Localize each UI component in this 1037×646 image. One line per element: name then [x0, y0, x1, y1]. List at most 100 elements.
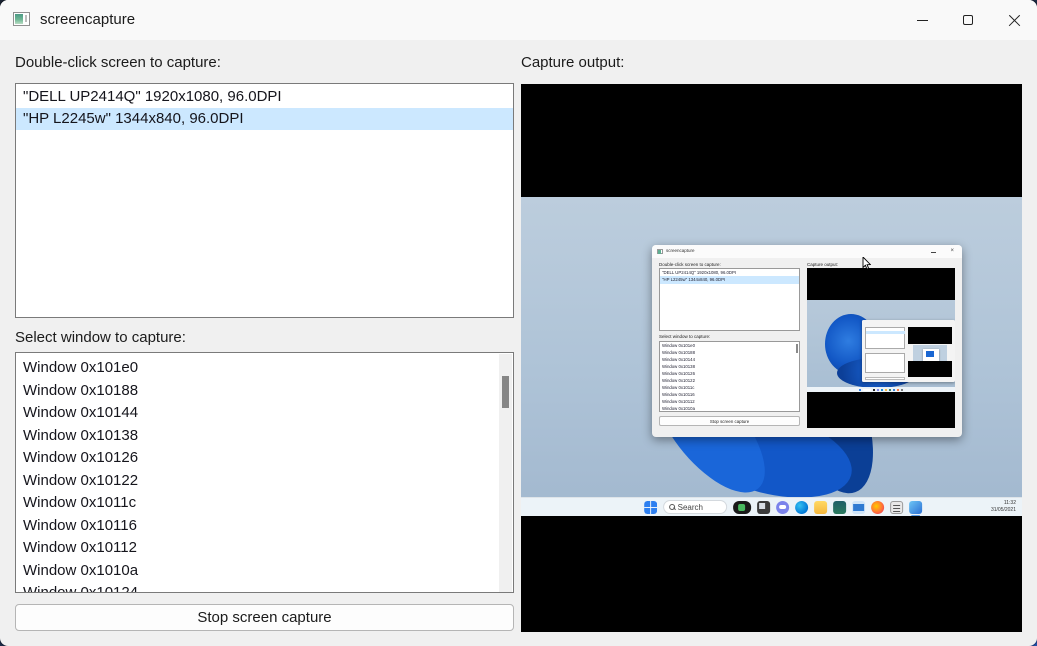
- captured-app-icon: [657, 249, 663, 254]
- captured-window-item: Window 0x10188: [662, 350, 695, 355]
- start-icon: [643, 500, 657, 514]
- close-icon: [1008, 14, 1021, 27]
- taskbar-search-box: Search: [662, 500, 727, 514]
- windows-list-label: Select window to capture:: [15, 329, 186, 346]
- captured-close-icon: ×: [950, 248, 954, 254]
- captured-titlebar: screencapture ×: [652, 245, 962, 258]
- window-list-item[interactable]: Window 0x10138: [16, 425, 513, 448]
- double-nested-window-list: [865, 353, 905, 373]
- captured-screens-label: Double-click screen to capture:: [659, 262, 721, 267]
- edge-icon: [794, 500, 808, 514]
- captured-windows-label: Select window to capture:: [659, 334, 711, 339]
- captured-desktop: screencapture × Double-click screen to c…: [521, 197, 1022, 516]
- captured-window-item: Window 0x10116: [662, 392, 695, 397]
- captured-screen-item: "DELL UP2414Q" 1920x1080, 96.0DPI: [662, 270, 737, 275]
- taskbar-clock: 11:32 31/05/2021: [991, 500, 1016, 514]
- captured-window-item: Window 0x1010a: [662, 406, 695, 411]
- window-list-item[interactable]: Window 0x10126: [16, 447, 513, 470]
- window-list[interactable]: Window 0x101e0 Window 0x10188 Window 0x101…: [15, 352, 514, 593]
- titlebar[interactable]: screencapture: [0, 0, 1037, 40]
- screens-list-label: Double-click screen to capture:: [15, 54, 221, 71]
- window-list-scrollbar[interactable]: [499, 354, 512, 592]
- window-list-item[interactable]: Window 0x10188: [16, 380, 513, 403]
- screen-list[interactable]: "DELL UP2414Q" 1920x1080, 96.0DPI "HP L22…: [15, 83, 514, 318]
- notes-icon: [889, 500, 903, 514]
- screen-list-item[interactable]: "DELL UP2414Q" 1920x1080, 96.0DPI: [16, 86, 513, 108]
- captured-window-item: Window 0x10144: [662, 357, 695, 362]
- nested-search-dot: [863, 388, 871, 391]
- captured-nested-desktop: [807, 300, 955, 392]
- search-icon: [668, 504, 675, 510]
- chat-icon: [775, 500, 789, 514]
- captured-window-item: Window 0x1011c: [662, 385, 695, 390]
- active-app-icon: [908, 500, 922, 516]
- firefox-icon: [870, 500, 884, 514]
- capture-output-image: screencapture × Double-click screen to c…: [521, 84, 1022, 632]
- letterbox-bottom: [521, 516, 1022, 632]
- nested-start-dot: [859, 388, 861, 391]
- captured-stop-button: Stop screen capture: [659, 416, 800, 426]
- captured-output-image: [807, 268, 955, 428]
- captured-window-item: Window 0x10112: [662, 399, 695, 404]
- captured-output-label: Capture output:: [807, 262, 839, 267]
- screen-list-item[interactable]: "HP L2245w" 1344x840, 96.0DPI: [16, 108, 513, 130]
- double-nested-window: [862, 320, 955, 382]
- captured-taskbar: Search 11:32 31/05/2021: [521, 497, 1022, 516]
- window-list-item[interactable]: Window 0x101e0: [16, 357, 513, 380]
- mouse-cursor-icon: [862, 257, 871, 270]
- captured-app-window: screencapture × Double-click screen to c…: [652, 245, 962, 437]
- window-list-item[interactable]: Window 0x10112: [16, 537, 513, 560]
- minimize-button[interactable]: [899, 0, 945, 40]
- double-nested-button: [865, 376, 905, 380]
- nested-taskbar: [807, 387, 955, 392]
- double-nested-selection: [865, 331, 905, 334]
- window-list-items: Window 0x101e0 Window 0x10188 Window 0x101…: [16, 357, 513, 592]
- double-nested-letterbox-top: [908, 327, 952, 344]
- task-view-icon: [756, 500, 770, 514]
- letterbox-top: [521, 84, 1022, 197]
- search-label: Search: [677, 502, 703, 512]
- window-list-item[interactable]: Window 0x10144: [16, 402, 513, 425]
- file-explorer-icon: [813, 500, 827, 514]
- mail-icon: [851, 500, 865, 514]
- captured-window-items: Window 0x101e0 Window 0x10188 Window 0x101…: [660, 342, 799, 411]
- nested-mail-dot: [893, 388, 895, 391]
- window-list-item[interactable]: Window 0x10122: [16, 470, 513, 493]
- nested-store-dot: [889, 388, 891, 391]
- nested-app-dot: [901, 388, 903, 391]
- captured-screen-list: "DELL UP2414Q" 1920x1080, 96.0DPI "HP L22…: [659, 268, 800, 331]
- captured-scrollbar-thumb: [796, 344, 798, 353]
- capture-output-label: Capture output:: [521, 54, 625, 71]
- captured-window-item: Window 0x101e0: [662, 343, 695, 348]
- clock-date: 31/05/2021: [990, 507, 1016, 513]
- captured-minimize-icon: [931, 252, 936, 253]
- maximize-button[interactable]: [945, 0, 991, 40]
- captured-window-title: screencapture: [666, 248, 695, 253]
- captured-window-item: Window 0x10138: [662, 364, 695, 369]
- nested-folder-dot: [885, 388, 887, 391]
- close-button[interactable]: [991, 0, 1037, 40]
- taskbar-widget-pill-icon: [732, 500, 751, 514]
- captured-window-list: Window 0x101e0 Window 0x10188 Window 0x101…: [659, 341, 800, 412]
- window-list-item[interactable]: Window 0x10124: [16, 582, 513, 592]
- captured-screen-item: "HP L2245w" 1344x840, 96.0DPI: [660, 276, 799, 284]
- window-list-item[interactable]: Window 0x1011c: [16, 492, 513, 515]
- app-icon: [13, 12, 30, 26]
- scrollbar-thumb[interactable]: [502, 376, 509, 408]
- window-title: screencapture: [40, 11, 136, 28]
- maximize-icon: [963, 15, 973, 25]
- nested-widget-dot: [873, 388, 875, 391]
- clock-time: 11:32: [1003, 500, 1016, 506]
- store-icon: [832, 500, 846, 514]
- captured-window-item: Window 0x10126: [662, 371, 695, 376]
- window-list-item[interactable]: Window 0x1010a: [16, 560, 513, 583]
- nested-chat-dot: [877, 388, 879, 391]
- double-nested-letterbox-bottom: [908, 361, 952, 377]
- captured-window-item: Window 0x10122: [662, 378, 695, 383]
- app-window: screencapture Double-click screen to cap…: [0, 0, 1037, 646]
- minimize-icon: [916, 19, 928, 21]
- window-list-item[interactable]: Window 0x10116: [16, 515, 513, 538]
- nested-edge-dot: [881, 388, 883, 391]
- stop-capture-button[interactable]: Stop screen capture: [15, 604, 514, 631]
- nested-firefox-dot: [897, 388, 899, 391]
